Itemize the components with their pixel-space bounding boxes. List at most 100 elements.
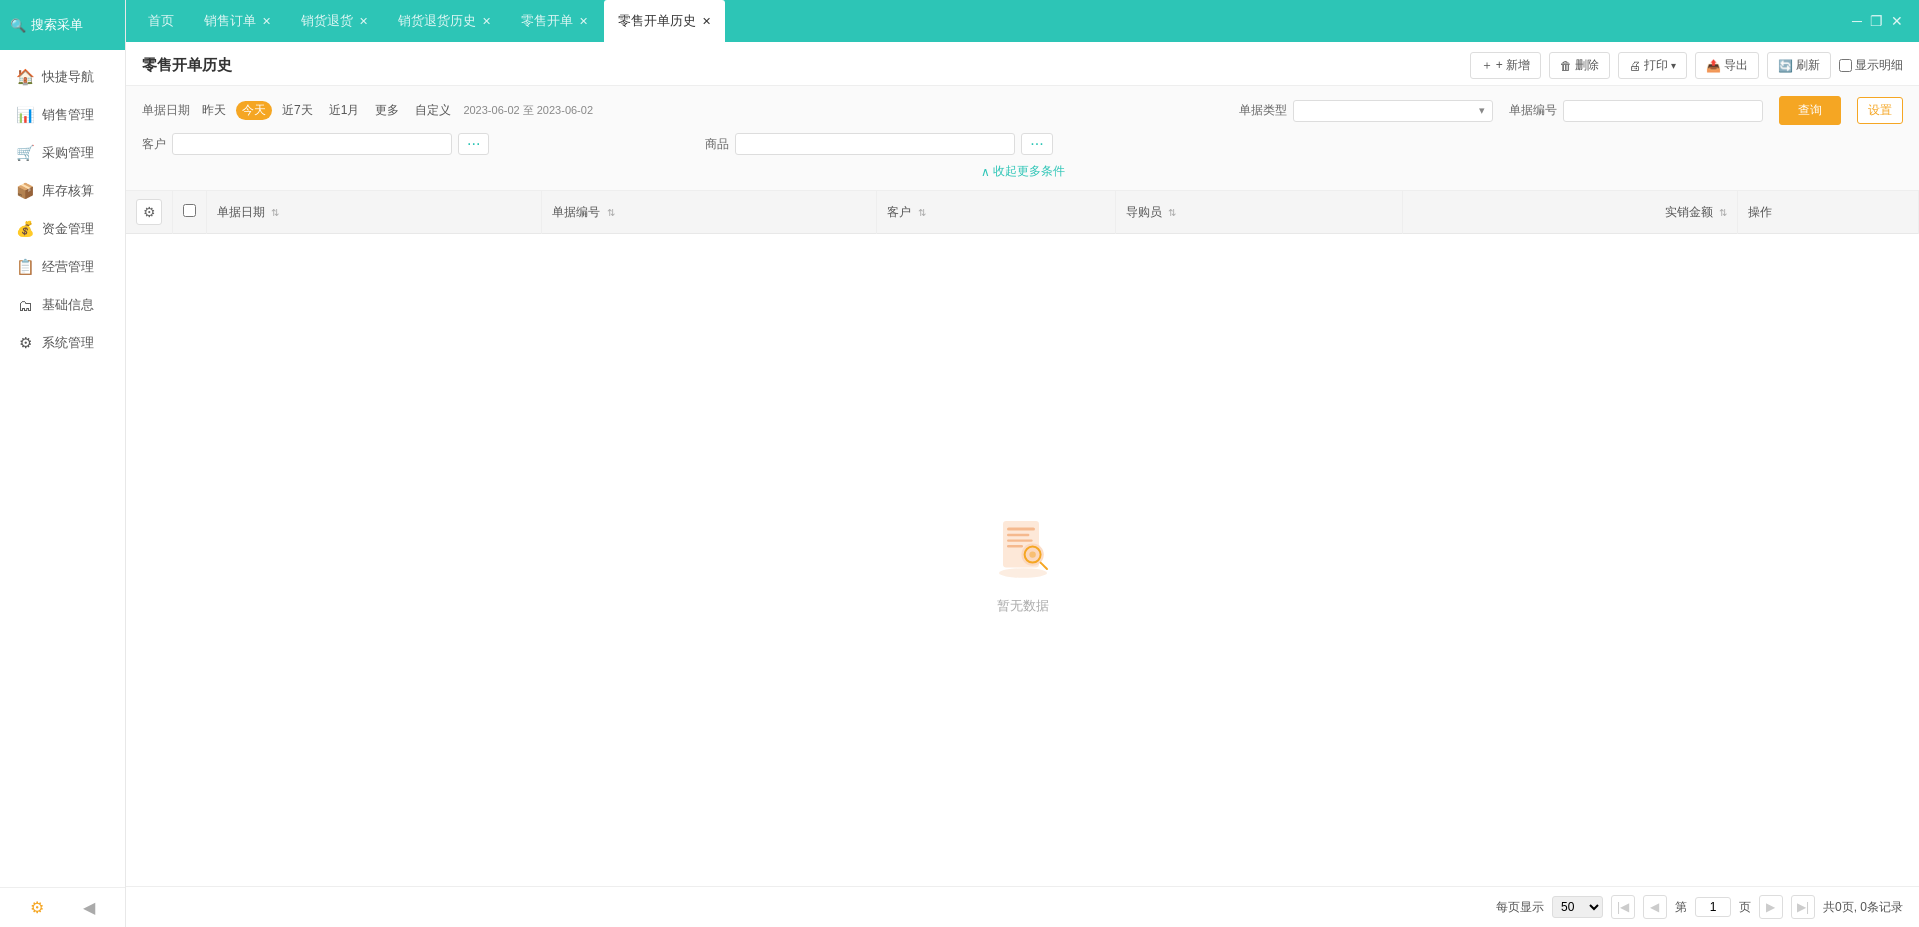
sidebar-label-purchase-mgmt: 采购管理 (42, 144, 94, 162)
data-table: ⚙ 单据日期 ⇅ 单据编号 ⇅ (126, 191, 1919, 234)
tab-sales-return[interactable]: 销货退货✕ (287, 0, 382, 42)
sidebar-item-purchase-mgmt[interactable]: 🛒采购管理 (0, 134, 125, 172)
col-no-label: 单据编号 (552, 205, 600, 219)
col-guide-label: 导购员 (1126, 205, 1162, 219)
export-icon: 📤 (1706, 59, 1721, 73)
date-shortcuts: 昨天 今天 近7天 近1月 更多 自定义 (196, 101, 457, 120)
display-toggle[interactable]: 显示明细 (1839, 57, 1903, 74)
print-label: 打印 (1644, 57, 1668, 74)
add-button[interactable]: ＋ + 新增 (1470, 52, 1541, 79)
sidebar-search[interactable]: 🔍 搜索采单 (0, 10, 125, 40)
sidebar-icon-ops-mgmt: 📋 (16, 258, 34, 276)
date-sort-icon[interactable]: ⇅ (271, 207, 279, 218)
display-checkbox[interactable] (1839, 59, 1852, 72)
guide-sort-icon[interactable]: ⇅ (1168, 207, 1176, 218)
sidebar-item-basic-info[interactable]: 🗂基础信息 (0, 286, 125, 324)
no-sort-icon[interactable]: ⇅ (607, 207, 615, 218)
export-label: 导出 (1724, 57, 1748, 74)
collapse-btn[interactable]: ∧ 收起更多条件 (981, 163, 1065, 180)
col-checkbox (173, 191, 207, 234)
table-area: ⚙ 单据日期 ⇅ 单据编号 ⇅ (126, 191, 1919, 886)
filter-row-1: 单据日期 昨天 今天 近7天 近1月 更多 自定义 2023-06-02 至 2… (142, 96, 1903, 125)
bill-no-input[interactable] (1563, 100, 1763, 122)
tab-close-retail-open-hist[interactable]: ✕ (702, 15, 711, 28)
search-icon: 🔍 (10, 18, 26, 33)
tab-home[interactable]: 首页 (134, 0, 188, 42)
delete-icon: 🗑 (1560, 59, 1572, 73)
last-page-btn[interactable]: ▶| (1791, 895, 1815, 919)
tab-label-retail-open: 零售开单 (521, 12, 573, 30)
page-number-input[interactable] (1695, 897, 1731, 917)
sidebar-item-finance[interactable]: 💰资金管理 (0, 210, 125, 248)
goods-dots-btn[interactable]: ··· (1021, 133, 1052, 155)
customer-input[interactable] (172, 133, 452, 155)
col-ops-label: 操作 (1748, 205, 1772, 219)
sidebar-top: 🔍 搜索采单 (0, 0, 125, 50)
page-size-select[interactable]: 50 20 100 (1552, 896, 1603, 918)
shortcut-more[interactable]: 更多 (369, 101, 405, 120)
first-page-btn[interactable]: |◀ (1611, 895, 1635, 919)
tab-close-sales-return-hist[interactable]: ✕ (482, 15, 491, 28)
sidebar-icon-inventory: 📦 (16, 182, 34, 200)
sidebar-item-inventory[interactable]: 📦库存核算 (0, 172, 125, 210)
sidebar-item-quick-nav[interactable]: 🏠快捷导航 (0, 58, 125, 96)
bill-type-select[interactable] (1293, 100, 1493, 122)
settings-icon[interactable]: ⚙ (30, 898, 44, 917)
shortcut-yesterday[interactable]: 昨天 (196, 101, 232, 120)
tab-close-sales-return[interactable]: ✕ (359, 15, 368, 28)
select-all-checkbox[interactable] (183, 204, 196, 217)
close-btn[interactable]: ✕ (1891, 13, 1903, 29)
amount-sort-icon[interactable]: ⇅ (1719, 207, 1727, 218)
empty-text: 暂无数据 (997, 597, 1049, 615)
tab-retail-open[interactable]: 零售开单 ✕ (507, 0, 602, 42)
tab-retail-open-hist[interactable]: 零售开单历史✕ (604, 0, 725, 42)
col-customer: 客户 ⇅ (877, 191, 1116, 234)
total-label: 共0页, 0条记录 (1823, 899, 1903, 916)
restore-btn[interactable]: ❐ (1870, 13, 1883, 29)
tab-label-sales-order: 销售订单 (204, 12, 256, 30)
customer-sort-icon[interactable]: ⇅ (918, 207, 926, 218)
prev-page-btn[interactable]: ◀ (1643, 895, 1667, 919)
export-button[interactable]: 📤 导出 (1695, 52, 1759, 79)
tab-close-sales-order[interactable]: ✕ (262, 15, 271, 28)
minimize-btn[interactable]: ─ (1852, 13, 1862, 29)
svg-rect-2 (1007, 527, 1035, 530)
toolbar: ＋ + 新增 🗑 删除 🖨 打印 ▾ 📤 导出 🔄 (1470, 52, 1903, 79)
print-button[interactable]: 🖨 打印 ▾ (1618, 52, 1687, 79)
goods-input[interactable] (735, 133, 1015, 155)
next-page-btn[interactable]: ▶ (1759, 895, 1783, 919)
svg-point-0 (999, 568, 1047, 578)
sidebar-icon-basic-info: 🗂 (16, 296, 34, 314)
column-settings-btn[interactable]: ⚙ (136, 199, 162, 225)
setup-button[interactable]: 设置 (1857, 97, 1903, 124)
col-amount-label: 实销金额 (1665, 205, 1713, 219)
shortcut-custom[interactable]: 自定义 (409, 101, 457, 120)
sidebar-item-sales-mgmt[interactable]: 📊销售管理 (0, 96, 125, 134)
tab-close-retail-open[interactable]: ✕ (579, 15, 588, 28)
sidebar-item-sys-mgmt[interactable]: ⚙系统管理 (0, 324, 125, 362)
filter-customer: 客户 ··· (142, 133, 489, 155)
query-button[interactable]: 查询 (1779, 96, 1841, 125)
date-range: 2023-06-02 至 2023-06-02 (463, 103, 593, 118)
shortcut-today[interactable]: 今天 (236, 101, 272, 120)
svg-rect-4 (1007, 539, 1033, 541)
filter-row-2: 客户 ··· 商品 ··· (142, 133, 1903, 155)
per-page-label: 每页显示 (1496, 899, 1544, 916)
shortcut-1month[interactable]: 近1月 (323, 101, 366, 120)
sidebar-item-ops-mgmt[interactable]: 📋经营管理 (0, 248, 125, 286)
tab-sales-order[interactable]: 销售订单 ✕ (190, 0, 285, 42)
shortcut-7days[interactable]: 近7天 (276, 101, 319, 120)
empty-state: 暂无数据 (126, 234, 1919, 886)
delete-button[interactable]: 🗑 删除 (1549, 52, 1610, 79)
svg-point-9 (1029, 551, 1035, 557)
customer-dots-btn[interactable]: ··· (458, 133, 489, 155)
tab-sales-return-hist[interactable]: 销货退货历史✕ (384, 0, 505, 42)
goods-label: 商品 (705, 136, 729, 153)
collapse-sidebar-icon[interactable]: ◀ (83, 898, 95, 917)
refresh-button[interactable]: 🔄 刷新 (1767, 52, 1831, 79)
print-icon: 🖨 (1629, 59, 1641, 73)
date-label: 单据日期 (142, 102, 190, 119)
col-date: 单据日期 ⇅ (207, 191, 542, 234)
table-header-row: ⚙ 单据日期 ⇅ 单据编号 ⇅ (126, 191, 1919, 234)
refresh-icon: 🔄 (1778, 59, 1793, 73)
